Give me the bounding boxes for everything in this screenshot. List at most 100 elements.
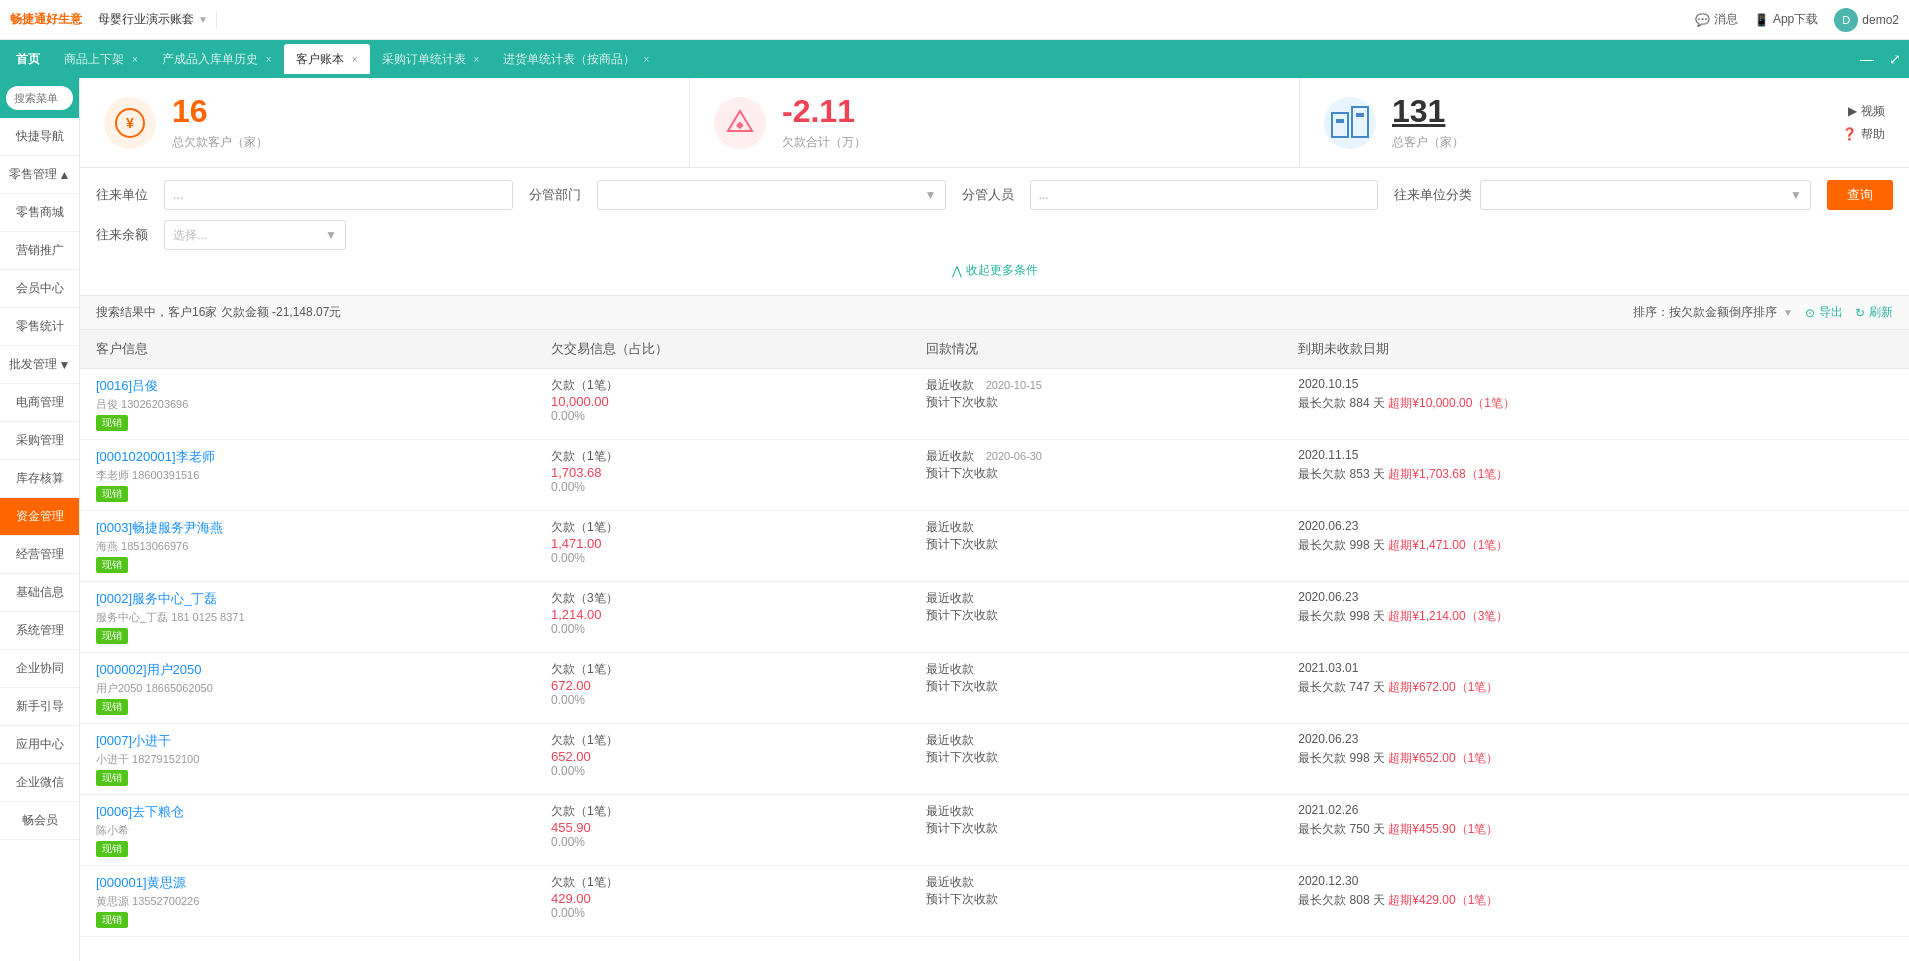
debt-label: 欠款（1笔）	[551, 448, 894, 465]
export-icon: ⊙	[1805, 306, 1815, 320]
sidebar-item-member-center[interactable]: 会员中心	[0, 270, 79, 308]
sidebar-item-ecommerce[interactable]: 电商管理	[0, 384, 79, 422]
debt-amount[interactable]: 429.00	[551, 891, 894, 906]
sidebar-item-retail-mall[interactable]: 零售商城	[0, 194, 79, 232]
debt-amount[interactable]: 672.00	[551, 678, 894, 693]
due-date: 2021.02.26	[1298, 803, 1893, 817]
sidebar-item-enterprise[interactable]: 企业协同	[0, 650, 79, 688]
tab-purchase-order-close[interactable]: ×	[474, 54, 480, 65]
sidebar-item-purchase-mgmt[interactable]: 采购管理	[0, 422, 79, 460]
overdue-link[interactable]: 超期¥1,703.68（1笔）	[1388, 467, 1508, 481]
app-download-btn[interactable]: 📱 App下载	[1754, 11, 1818, 28]
tab-product-shelf-close[interactable]: ×	[132, 54, 138, 65]
sidebar-item-quick-nav[interactable]: 快捷导航	[0, 118, 79, 156]
customer-name-link[interactable]: [0003]畅捷服务尹海燕	[96, 519, 519, 537]
message-btn[interactable]: 💬 消息	[1695, 11, 1738, 28]
customer-name-link[interactable]: [000001]黄思源	[96, 874, 519, 892]
sidebar-item-batch-mgmt[interactable]: 批发管理 ▼	[0, 346, 79, 384]
cell-debt-info: 欠款（1笔） 429.00 0.00%	[535, 866, 910, 937]
refresh-btn[interactable]: ↻ 刷新	[1855, 304, 1893, 321]
customer-name-link[interactable]: [000002]用户2050	[96, 661, 519, 679]
tab-customer-account[interactable]: 客户账本 ×	[284, 44, 370, 74]
filter-dept-input[interactable]: ▼	[597, 180, 946, 210]
tab-maximize-btn[interactable]: ⤢	[1885, 49, 1905, 69]
sidebar-item-retail-mgmt[interactable]: 零售管理 ▲	[0, 156, 79, 194]
filter-unit-category-input[interactable]: ▼	[1480, 180, 1811, 210]
help-label: 帮助	[1861, 126, 1885, 143]
overdue-link[interactable]: 超期¥672.00（1笔）	[1388, 680, 1498, 694]
sidebar-item-newbie[interactable]: 新手引导	[0, 688, 79, 726]
due-date: 2020.06.23	[1298, 732, 1893, 746]
tab-home[interactable]: 首页	[4, 44, 52, 74]
overdue-link[interactable]: 超期¥1,214.00（3笔）	[1388, 609, 1508, 623]
table-row: [000001]黄思源 黄思源 13552700226 现销 欠款（1笔） 42…	[80, 866, 1909, 937]
customer-name-link[interactable]: [0001020001]李老师	[96, 448, 519, 466]
tab-minimize-btn[interactable]: —	[1857, 49, 1877, 69]
tab-incoming-stats[interactable]: 进货单统计表（按商品） ×	[491, 44, 661, 74]
tab-home-label: 首页	[16, 51, 40, 68]
sidebar-item-apps[interactable]: 应用中心	[0, 726, 79, 764]
tab-incoming-stats-close[interactable]: ×	[643, 54, 649, 65]
th-collect-status: 回款情况	[910, 330, 1282, 369]
debt-amount[interactable]: 652.00	[551, 749, 894, 764]
video-btn[interactable]: ▶ 视频	[1848, 103, 1885, 120]
collapse-btn[interactable]: ⋀ 收起更多条件	[96, 258, 1893, 283]
content-area: ¥ 16 总欠款客户（家） ◆ -2.11 欠款合计（万）	[80, 78, 1909, 961]
sidebar-item-inventory[interactable]: 库存核算	[0, 460, 79, 498]
debt-label: 欠款（1笔）	[551, 732, 894, 749]
debt-amount[interactable]: 1,471.00	[551, 536, 894, 551]
search-input[interactable]	[6, 86, 73, 110]
customer-tag: 现销	[96, 415, 128, 431]
sidebar-item-system[interactable]: 系统管理	[0, 612, 79, 650]
stat-icon-debt: ¥	[104, 97, 156, 149]
sidebar-item-basic-info[interactable]: 基础信息	[0, 574, 79, 612]
customer-name-link[interactable]: [0007]小进干	[96, 732, 519, 750]
overdue-info: 最长欠款 747 天 超期¥672.00（1笔）	[1298, 679, 1893, 696]
sidebar-item-finance[interactable]: 资金管理	[0, 498, 79, 536]
stat-info-debt: 16 总欠款客户（家）	[172, 94, 268, 150]
user-menu[interactable]: D demo2	[1834, 8, 1899, 32]
filter-unit-category-label: 往来单位分类	[1394, 186, 1472, 204]
search-button[interactable]: 查询	[1827, 180, 1893, 210]
top-right: 💬 消息 📱 App下载 D demo2	[1695, 8, 1899, 32]
debt-amount-number: -2.11	[782, 94, 866, 129]
filter-unit-category: 往来单位分类 ▼	[1394, 180, 1811, 210]
collect-info: 最近收款	[926, 661, 1266, 678]
customer-name-link[interactable]: [0016]吕俊	[96, 377, 519, 395]
tab-customer-account-close[interactable]: ×	[352, 54, 358, 65]
sidebar-item-retail-stats[interactable]: 零售统计	[0, 308, 79, 346]
tab-product-shelf[interactable]: 商品上下架 ×	[52, 44, 150, 74]
refresh-icon: ↻	[1855, 306, 1865, 320]
due-date: 2021.03.01	[1298, 661, 1893, 675]
overdue-info: 最长欠款 853 天 超期¥1,703.68（1笔）	[1298, 466, 1893, 483]
help-btn[interactable]: ❓ 帮助	[1842, 126, 1885, 143]
tab-product-history[interactable]: 产成品入库单历史 ×	[150, 44, 284, 74]
sidebar-item-vip[interactable]: 畅会员	[0, 802, 79, 840]
overdue-link[interactable]: 超期¥10,000.00（1笔）	[1388, 396, 1515, 410]
sidebar-item-operations[interactable]: 经营管理	[0, 536, 79, 574]
username: demo2	[1862, 13, 1899, 27]
cell-debt-info: 欠款（1笔） 672.00 0.00%	[535, 653, 910, 724]
debt-amount[interactable]: 455.90	[551, 820, 894, 835]
sort-select[interactable]: 排序：按欠款金额倒序排序 ▼	[1633, 304, 1793, 321]
overdue-info: 最长欠款 808 天 超期¥429.00（1笔）	[1298, 892, 1893, 909]
overdue-link[interactable]: 超期¥1,471.00（1笔）	[1388, 538, 1508, 552]
overdue-link[interactable]: 超期¥652.00（1笔）	[1388, 751, 1498, 765]
sidebar-item-marketing[interactable]: 营销推广	[0, 232, 79, 270]
export-btn[interactable]: ⊙ 导出	[1805, 304, 1843, 321]
tab-product-history-close[interactable]: ×	[266, 54, 272, 65]
filter-balance-input[interactable]: 选择... ▼	[164, 220, 346, 250]
debt-amount[interactable]: 10,000.00	[551, 394, 894, 409]
debt-amount[interactable]: 1,703.68	[551, 465, 894, 480]
debt-amount[interactable]: 1,214.00	[551, 607, 894, 622]
overdue-link[interactable]: 超期¥455.90（1笔）	[1388, 822, 1498, 836]
sidebar-item-wechat[interactable]: 企业微信	[0, 764, 79, 802]
filter-source-unit-input[interactable]: ...	[164, 180, 513, 210]
th-due-date: 到期未收款日期	[1282, 330, 1909, 369]
filter-person-input[interactable]: ...	[1030, 180, 1379, 210]
overdue-link[interactable]: 超期¥429.00（1笔）	[1388, 893, 1498, 907]
tab-purchase-order[interactable]: 采购订单统计表 ×	[370, 44, 492, 74]
company-select[interactable]: 母婴行业演示账套 ▼	[90, 11, 217, 28]
customer-name-link[interactable]: [0006]去下粮仓	[96, 803, 519, 821]
customer-name-link[interactable]: [0002]服务中心_丁磊	[96, 590, 519, 608]
